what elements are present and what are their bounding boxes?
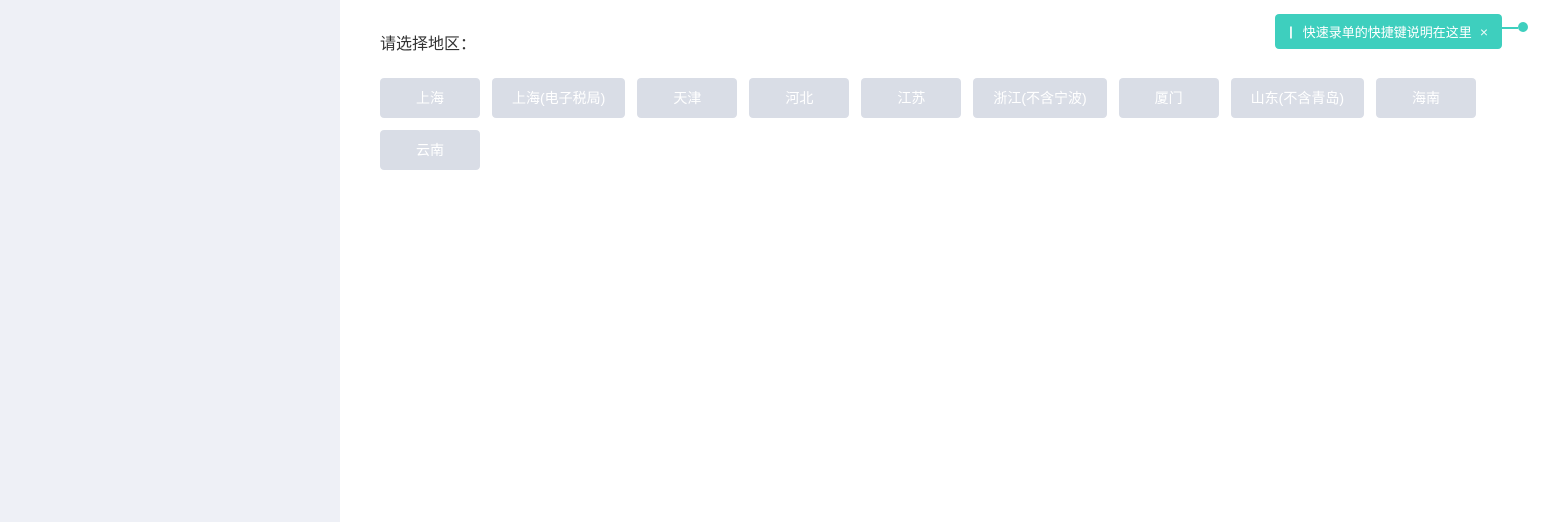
region-button-shanghai-etax[interactable]: 上海(电子税局) bbox=[492, 78, 625, 118]
connector-line bbox=[1498, 27, 1518, 29]
tooltip-close-button[interactable]: × bbox=[1480, 24, 1488, 40]
tooltip-banner: 快速录单的快捷键说明在这里 × bbox=[1275, 14, 1502, 49]
region-button-yunnan[interactable]: 云南 bbox=[380, 130, 480, 170]
region-button-tianjin[interactable]: 天津 bbox=[637, 78, 737, 118]
region-button-jiangsu[interactable]: 江苏 bbox=[861, 78, 961, 118]
region-button-shandong[interactable]: 山东(不含青岛) bbox=[1231, 78, 1364, 118]
dot-indicator bbox=[1518, 22, 1528, 32]
region-button-hainan[interactable]: 海南 bbox=[1376, 78, 1476, 118]
main-content: 请选择地区： 上海上海(电子税局)天津河北江苏浙江(不含宁波)厦门山东(不含青岛… bbox=[340, 0, 1562, 522]
region-button-shanghai[interactable]: 上海 bbox=[380, 78, 480, 118]
region-button-xiamen[interactable]: 厦门 bbox=[1119, 78, 1219, 118]
tooltip-text: 快速录单的快捷键说明在这里 bbox=[1303, 22, 1472, 41]
region-buttons: 上海上海(电子税局) 天津河北江苏浙江(不含宁波) 厦门山东(不含青岛) 海南云南 bbox=[380, 78, 1522, 170]
region-button-hebei[interactable]: 河北 bbox=[749, 78, 849, 118]
left-panel bbox=[0, 0, 340, 522]
region-button-zhejiang[interactable]: 浙江(不含宁波) bbox=[973, 78, 1106, 118]
